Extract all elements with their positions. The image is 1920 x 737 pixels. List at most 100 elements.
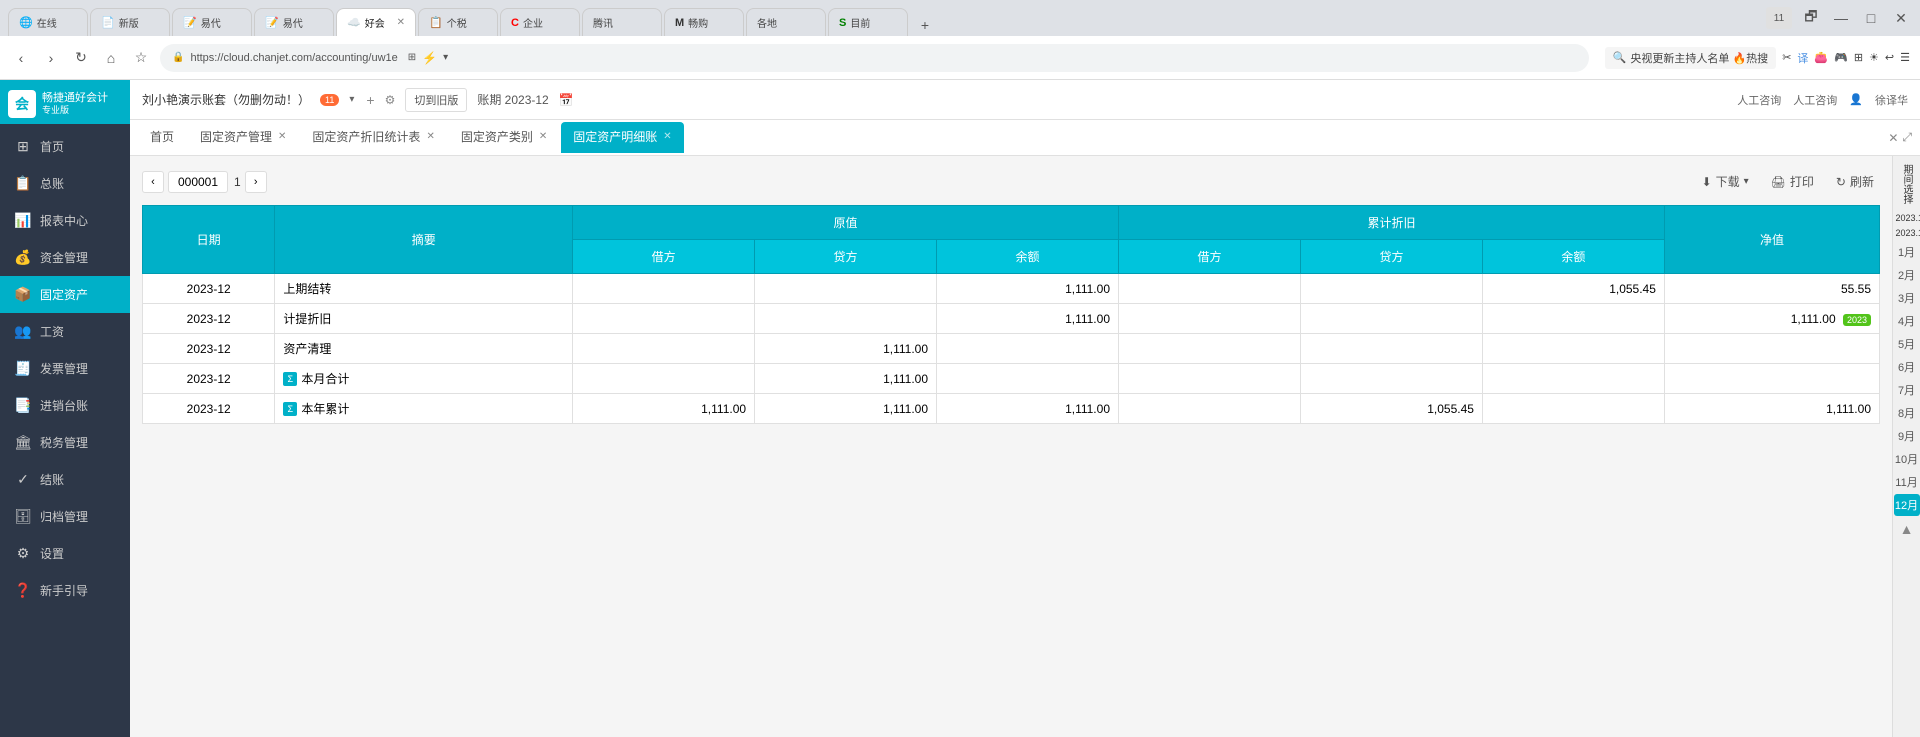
tab-home[interactable]: 首页 [138, 122, 186, 153]
reload-btn[interactable]: ↻ [70, 47, 92, 69]
tab-haohui[interactable]: ☁️好会 ✕ [336, 8, 416, 36]
period-6[interactable]: 6月 [1894, 356, 1920, 378]
tab-asset-detail[interactable]: 固定资产明细账 ✕ [561, 122, 683, 153]
tab-close-detail[interactable]: ✕ [663, 131, 671, 142]
sidebar-item-general-ledger[interactable]: 📋 总账 [0, 165, 130, 202]
close-btn[interactable]: ✕ [1890, 7, 1912, 29]
sub-header-dep-balance: 余额 [1482, 240, 1664, 274]
tab-close-all[interactable]: ✕ [1888, 131, 1898, 145]
scroll-up-icon[interactable]: ▲ [1900, 521, 1914, 537]
back-btn[interactable]: ‹ [10, 47, 32, 69]
forward-btn[interactable]: › [40, 47, 62, 69]
sidebar-item-funds[interactable]: 💰 资金管理 [0, 239, 130, 276]
menu-icon[interactable]: ☰ [1900, 51, 1910, 64]
dropdown-down-icon[interactable]: ▾ [1744, 176, 1749, 187]
dropdown-arrow[interactable]: ▾ [349, 94, 354, 105]
sidebar-item-fixed-assets[interactable]: 📦 固定资产 [0, 276, 130, 313]
tab-qiye[interactable]: C企业 [500, 8, 580, 36]
switch-version-btn[interactable]: 切到旧版 [405, 88, 467, 112]
sidebar-item-close-period[interactable]: ✓ 结账 [0, 461, 130, 498]
tab-fixed-assets-mgmt[interactable]: 固定资产管理 ✕ [188, 122, 298, 153]
prev-page-btn[interactable]: ‹ [142, 171, 164, 193]
sidebar-item-archive[interactable]: 🗄 归档管理 [0, 498, 130, 535]
tab-yidai2[interactable]: 📝易代 [254, 8, 334, 36]
download-btn[interactable]: ⬇ 下载 ▾ [1696, 170, 1755, 193]
tab-expand[interactable]: ⤢ [1902, 130, 1912, 145]
maximize-btn[interactable]: □ [1860, 7, 1882, 29]
minimize-btn[interactable]: — [1830, 7, 1852, 29]
sidebar-item-settings[interactable]: ⚙ 设置 [0, 535, 130, 572]
translate-icon[interactable]: 译 [1797, 50, 1808, 66]
sidebar-item-guide[interactable]: ❓ 新手引导 [0, 572, 130, 609]
wallet-icon[interactable]: 👛 [1814, 51, 1828, 64]
print-btn[interactable]: 🖨 打印 [1765, 170, 1820, 193]
bookmark-btn[interactable]: ☆ [130, 47, 152, 69]
tab-muqian[interactable]: S目前 [828, 8, 908, 36]
tab-yidai1[interactable]: 📝易代 [172, 8, 252, 36]
calendar-icon[interactable]: 📅 [559, 93, 574, 107]
tab-xinban[interactable]: 📄新版 [90, 8, 170, 36]
period-3[interactable]: 3月 [1894, 287, 1920, 309]
tab-asset-category[interactable]: 固定资产类别 ✕ [449, 122, 559, 153]
tab-close-stats[interactable]: ✕ [426, 131, 434, 142]
refresh-icon: ↻ [1836, 175, 1846, 189]
period-8[interactable]: 8月 [1894, 402, 1920, 424]
download-icon: ⬇ [1702, 175, 1712, 189]
period-selector-header: 期间选择 [1899, 160, 1914, 208]
tab-close-mgmt[interactable]: ✕ [278, 131, 286, 142]
restore-window-btn[interactable]: 🗗 [1800, 7, 1822, 29]
period-7[interactable]: 7月 [1894, 379, 1920, 401]
brightness-icon[interactable]: ☀ [1869, 51, 1879, 64]
page-input[interactable] [168, 171, 228, 193]
period-label: 账期 2023-12 [477, 91, 548, 108]
tab-gedi[interactable]: 各地 [746, 8, 826, 36]
sidebar-item-tax[interactable]: 🏛 税务管理 [0, 424, 130, 461]
period-2[interactable]: 2月 [1894, 264, 1920, 286]
tab-close-icon[interactable]: ✕ [397, 17, 405, 28]
row3-orig-credit: 1,111.00 [755, 334, 937, 364]
period-9[interactable]: 9月 [1894, 425, 1920, 447]
purchase-sales-icon: 📑 [14, 397, 32, 414]
tab-count-badge[interactable]: 11 [1766, 7, 1792, 29]
home-btn[interactable]: ⌂ [100, 47, 122, 69]
tab-zaixian[interactable]: 🌐在线 [8, 8, 88, 36]
history-icon[interactable]: ↩ [1885, 51, 1894, 64]
close-period-icon: ✓ [14, 471, 32, 488]
sidebar-item-reports[interactable]: 📊 报表中心 [0, 202, 130, 239]
row4-dep-debit [1119, 364, 1301, 394]
table-row: 2023-12 资产清理 1,111.00 [143, 334, 1880, 364]
dropdown-icon[interactable]: ▾ [443, 52, 448, 63]
period-4[interactable]: 4月 [1894, 310, 1920, 332]
ledger-icon: 📋 [14, 175, 32, 192]
tab-changgo[interactable]: M畅购 [664, 8, 744, 36]
address-text: https://cloud.chanjet.com/accounting/uw1… [190, 52, 397, 64]
settings-small-icon[interactable]: ⚙ [385, 93, 396, 107]
game-icon[interactable]: 🎮 [1834, 51, 1848, 64]
period-10[interactable]: 10月 [1894, 448, 1920, 470]
sidebar-item-payroll[interactable]: 👥 工资 [0, 313, 130, 350]
scissors-icon[interactable]: ✂ [1782, 51, 1791, 64]
sub-header-orig-debit: 借方 [573, 240, 755, 274]
period-12[interactable]: 12月 [1894, 494, 1920, 516]
row5-dep-debit [1119, 394, 1301, 424]
sidebar-item-purchase-sales[interactable]: 📑 进销台账 [0, 387, 130, 424]
period-5[interactable]: 5月 [1894, 333, 1920, 355]
sidebar-item-invoice[interactable]: 🧾 发票管理 [0, 350, 130, 387]
tax-icon: 🏛 [14, 434, 32, 451]
grid-icon[interactable]: ⊞ [1854, 51, 1863, 64]
sidebar-item-home[interactable]: ⊞ 首页 [0, 128, 130, 165]
tab-depreciation-stats[interactable]: 固定资产折旧统计表 ✕ [300, 122, 446, 153]
tab-close-category[interactable]: ✕ [539, 131, 547, 142]
new-tab-button[interactable]: + [914, 14, 936, 36]
address-bar[interactable]: 🔒 https://cloud.chanjet.com/accounting/u… [160, 44, 1589, 72]
logo-text1: 畅捷通好会计 [42, 91, 108, 105]
add-account-btn[interactable]: + [366, 92, 374, 108]
refresh-btn[interactable]: ↻ 刷新 [1830, 170, 1880, 193]
tab-geshui[interactable]: 📋个税 [418, 8, 498, 36]
period-1[interactable]: 1月 [1894, 241, 1920, 263]
help-btn[interactable]: 人工咨询 [1737, 92, 1781, 108]
tab-tengxun[interactable]: 腾讯 [582, 8, 662, 36]
search-bar[interactable]: 🔍 央视更新主持人名单 🔥热搜 [1605, 47, 1776, 69]
period-11[interactable]: 11月 [1894, 471, 1920, 493]
next-page-btn[interactable]: › [245, 171, 267, 193]
